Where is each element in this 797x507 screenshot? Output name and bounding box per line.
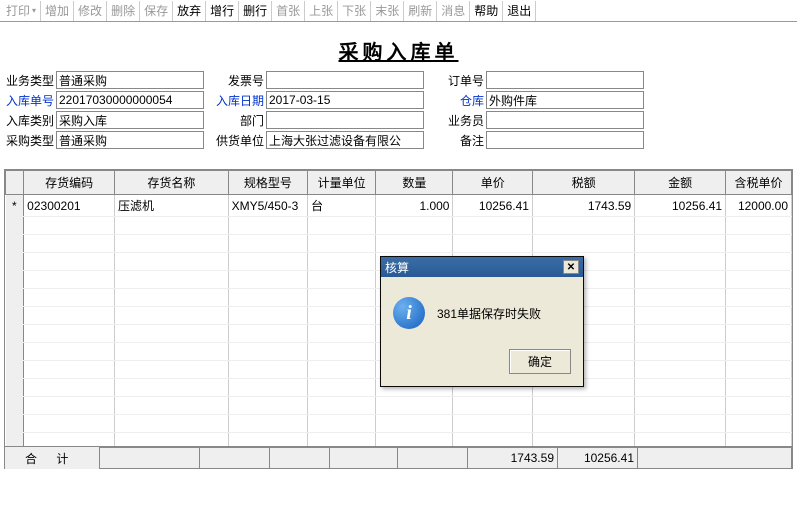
print-button[interactable]: 打印▾ [2,1,41,21]
edit-button[interactable]: 修改 [74,1,107,21]
page-title-bar: 采购入库单 [0,22,797,71]
delete-button[interactable]: 删除 [107,1,140,21]
label-remark: 备注 [434,132,486,149]
input-clerk[interactable] [486,111,644,129]
add-button[interactable]: 增加 [41,1,74,21]
cell-qty[interactable]: 1.000 [376,195,453,217]
input-docno[interactable]: 22017030000000054 [56,91,204,109]
label-clerk: 业务员 [434,112,486,129]
table-row[interactable] [6,415,792,433]
label-orderno: 订单号 [434,72,486,89]
table-row[interactable]: * 02300201 压滤机 XMY5/450-3 台 1.000 10256.… [6,195,792,217]
cell-price[interactable]: 10256.41 [453,195,533,217]
col-qty[interactable]: 数量 [376,171,453,195]
next-button[interactable]: 下张 [338,1,371,21]
label-purchasetype: 采购类型 [4,132,56,149]
label-warehouse: 仓库 [434,92,486,109]
delrow-button[interactable]: 删行 [239,1,272,21]
dialog-message: 381单据保存时失败 [437,305,571,322]
save-button[interactable]: 保存 [140,1,173,21]
input-intype[interactable]: 采购入库 [56,111,204,129]
input-orderno[interactable] [486,71,644,89]
cell-code[interactable]: 02300201 [24,195,115,217]
cell-name[interactable]: 压滤机 [115,195,229,217]
msg-button[interactable]: 消息 [437,1,470,21]
col-tax[interactable]: 税额 [532,171,634,195]
table-row[interactable] [6,217,792,235]
input-indate[interactable]: 2017-03-15 [266,91,424,109]
col-price[interactable]: 单价 [453,171,533,195]
prev-button[interactable]: 上张 [305,1,338,21]
col-code[interactable]: 存货编码 [24,171,115,195]
col-unit[interactable]: 计量单位 [308,171,376,195]
input-dept[interactable] [266,111,424,129]
col-taxprice[interactable]: 含税单价 [726,171,792,195]
col-name[interactable]: 存货名称 [115,171,229,195]
label-indate: 入库日期 [214,92,266,109]
label-dept: 部门 [214,112,266,129]
label-docno: 入库单号 [4,92,56,109]
page-title: 采购入库单 [339,42,459,64]
cell-unit[interactable]: 台 [308,195,376,217]
input-invoice[interactable] [266,71,424,89]
help-button[interactable]: 帮助 [470,1,503,21]
last-button[interactable]: 末张 [371,1,404,21]
close-icon[interactable]: ✕ [563,260,579,274]
label-intype: 入库类别 [4,112,56,129]
input-remark[interactable] [486,131,644,149]
footer-tax: 1743.59 [468,447,558,469]
col-amount[interactable]: 金额 [635,171,726,195]
col-rowhead[interactable] [6,171,24,195]
footer-label: 合 计 [5,447,100,469]
label-supplier: 供货单位 [214,132,266,149]
table-row[interactable] [6,397,792,415]
exit-button[interactable]: 退出 [503,1,536,21]
dialog-title-text: 核算 [385,259,409,276]
footer-amount: 10256.41 [558,447,638,469]
dropdown-icon: ▾ [32,6,36,15]
col-spec[interactable]: 规格型号 [228,171,308,195]
table-footer: 合 计 1743.59 10256.41 [5,446,792,468]
abandon-button[interactable]: 放弃 [173,1,206,21]
cell-spec[interactable]: XMY5/450-3 [228,195,308,217]
dialog: 核算 ✕ i 381单据保存时失败 确定 [380,256,584,387]
input-warehouse[interactable]: 外购件库 [486,91,644,109]
label-biztype: 业务类型 [4,72,56,89]
info-icon: i [393,297,425,329]
ok-button[interactable]: 确定 [509,349,571,374]
addrow-button[interactable]: 增行 [206,1,239,21]
label-invoice: 发票号 [214,72,266,89]
input-supplier[interactable]: 上海大张过滤设备有限公 [266,131,424,149]
table-row[interactable] [6,235,792,253]
input-purchasetype[interactable]: 普通采购 [56,131,204,149]
refresh-button[interactable]: 刷新 [404,1,437,21]
row-mark: * [6,195,24,217]
first-button[interactable]: 首张 [272,1,305,21]
form-area: 业务类型普通采购 发票号 订单号 入库单号22017030000000054 入… [0,71,797,149]
cell-amount[interactable]: 10256.41 [635,195,726,217]
dialog-titlebar[interactable]: 核算 ✕ [381,257,583,277]
toolbar: 打印▾ 增加 修改 删除 保存 放弃 增行 删行 首张 上张 下张 末张 刷新 … [0,0,797,22]
input-biztype[interactable]: 普通采购 [56,71,204,89]
cell-tax[interactable]: 1743.59 [532,195,634,217]
cell-taxprice[interactable]: 12000.00 [726,195,792,217]
